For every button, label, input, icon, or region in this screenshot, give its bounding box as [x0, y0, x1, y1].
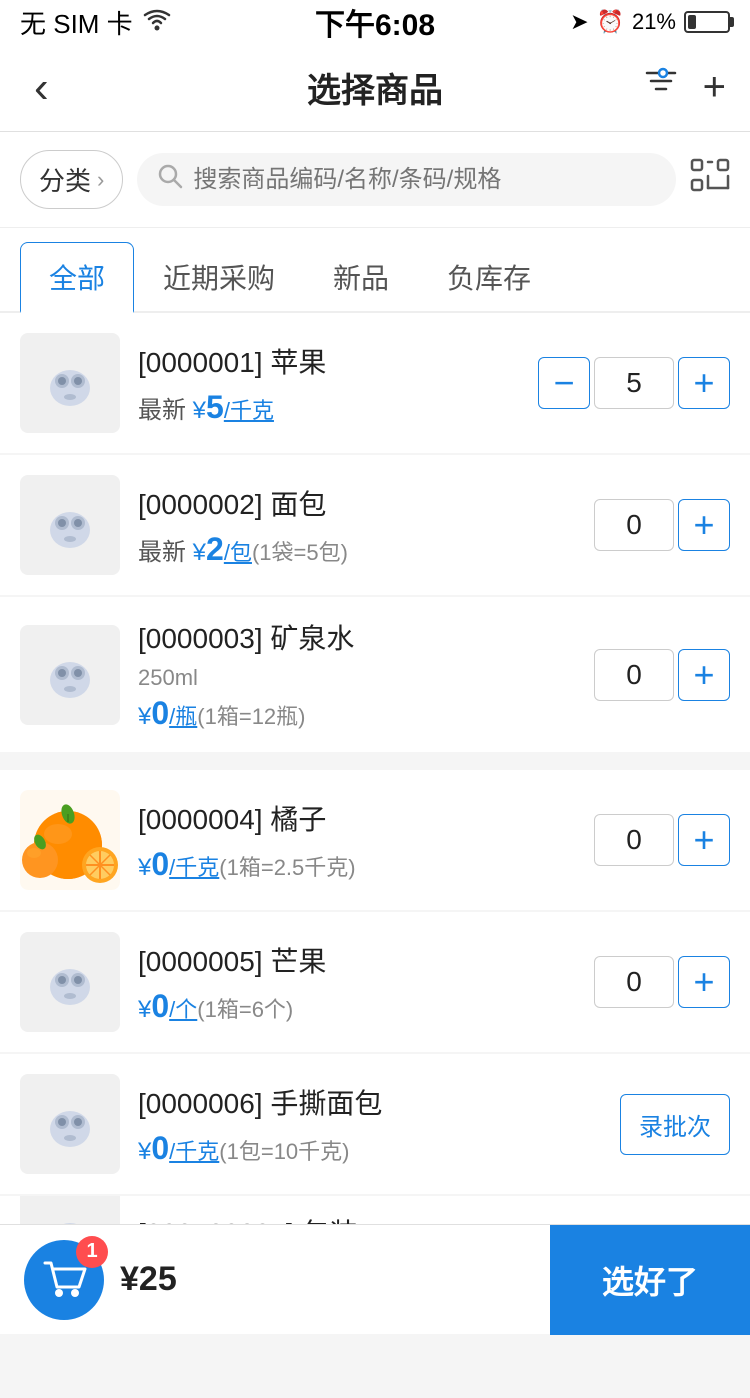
qty-input[interactable] [594, 499, 674, 551]
product-name: [0000001] 苹果 [138, 341, 538, 381]
bottom-bar: 1 ¥25 选好了 [0, 1224, 750, 1334]
product-info: [0000002] 面包 最新 ¥2/包(1袋=5包) [138, 483, 594, 568]
list-item: [0000005] 芒果 ¥0/个(1箱=6个) + [0, 912, 750, 1052]
list-item: [0000002] 面包 最新 ¥2/包(1袋=5包) + [0, 455, 750, 595]
cart-badge: 1 [76, 1236, 108, 1268]
product-info: [0000005] 芒果 ¥0/个(1箱=6个) [138, 940, 594, 1025]
product-image [20, 790, 120, 890]
orange-image [20, 790, 120, 890]
product-image [20, 625, 120, 725]
cart-total: ¥25 [120, 1260, 177, 1299]
status-bar: 无 SIM 卡 下午6:08 ➤ ⏰ 21% [0, 0, 750, 44]
search-input[interactable] [193, 166, 656, 194]
qty-input[interactable] [594, 956, 674, 1008]
list-item: [0000001] 苹果 最新 ¥5/千克 − + [0, 313, 750, 453]
product-name: [0000004] 橘子 [138, 798, 594, 838]
product-controls: − + [538, 357, 730, 409]
filter-icon[interactable] [643, 65, 679, 110]
confirm-button[interactable]: 选好了 [550, 1225, 750, 1335]
qty-input[interactable] [594, 814, 674, 866]
status-right-icons: ➤ ⏰ 21% [570, 9, 730, 35]
product-controls: + [594, 499, 730, 551]
status-time: 下午6:08 [315, 0, 435, 44]
wifi-icon [143, 7, 171, 38]
product-image [20, 333, 120, 433]
search-input-wrap[interactable] [137, 153, 676, 206]
product-controls: + [594, 814, 730, 866]
list-item: [0000003] 矿泉水 250ml ¥0/瓶(1箱=12瓶) + [0, 597, 750, 752]
tab-all[interactable]: 全部 [20, 242, 134, 313]
product-price: 最新 ¥5/千克 [138, 389, 538, 426]
page-title: 选择商品 [307, 63, 443, 112]
product-price: ¥0/千克(1包=10千克) [138, 1130, 620, 1167]
qty-input[interactable] [594, 649, 674, 701]
product-info: [0000003] 矿泉水 250ml ¥0/瓶(1箱=12瓶) [138, 617, 594, 732]
product-image [20, 475, 120, 575]
nav-actions: + [643, 65, 726, 110]
list-item: [0000006] 手撕面包 ¥0/千克(1包=10千克) 录批次 [0, 1054, 750, 1194]
qty-input[interactable] [594, 357, 674, 409]
tab-row: 全部 近期采购 新品 负库存 [0, 228, 750, 313]
product-name: [0000002] 面包 [138, 483, 594, 523]
product-price: ¥0/瓶(1箱=12瓶) [138, 695, 594, 732]
product-info: [0000001] 苹果 最新 ¥5/千克 [138, 341, 538, 426]
batch-record-button[interactable]: 录批次 [620, 1094, 730, 1155]
qty-increase-button[interactable]: + [678, 357, 730, 409]
product-spec: 250ml [138, 665, 594, 691]
placeholder-owl-icon [40, 353, 100, 413]
product-price: ¥0/个(1箱=6个) [138, 988, 594, 1025]
qty-increase-button[interactable]: + [678, 499, 730, 551]
search-row: 分类 › [0, 132, 750, 228]
nav-bar: ‹ 选择商品 + [0, 44, 750, 132]
product-info: [0000006] 手撕面包 ¥0/千克(1包=10千克) [138, 1082, 620, 1167]
alarm-icon: ⏰ [597, 9, 624, 35]
location-icon: ➤ [570, 9, 588, 35]
tab-recent[interactable]: 近期采购 [134, 242, 304, 313]
product-price: 最新 ¥2/包(1袋=5包) [138, 531, 594, 568]
battery-percent: 21% [632, 9, 676, 35]
product-info: [0000004] 橘子 ¥0/千克(1箱=2.5千克) [138, 798, 594, 883]
tab-new[interactable]: 新品 [304, 242, 418, 313]
category-button[interactable]: 分类 › [20, 150, 123, 209]
placeholder-owl-icon [40, 645, 100, 705]
product-image [20, 1074, 120, 1174]
status-carrier: 无 SIM 卡 [20, 4, 171, 41]
product-controls: + [594, 649, 730, 701]
list-item: [0000004] 橘子 ¥0/千克(1箱=2.5千克) + [0, 770, 750, 910]
placeholder-owl-icon [40, 1094, 100, 1154]
product-name: [0000005] 芒果 [138, 940, 594, 980]
cart-icon [41, 1259, 87, 1301]
qty-decrease-button[interactable]: − [538, 357, 590, 409]
scan-icon[interactable] [690, 158, 730, 201]
qty-increase-button[interactable]: + [678, 814, 730, 866]
product-controls: + [594, 956, 730, 1008]
back-button[interactable]: ‹ [24, 53, 59, 123]
cart-button[interactable]: 1 [24, 1240, 104, 1320]
placeholder-owl-icon [40, 952, 100, 1012]
battery-icon [684, 11, 730, 33]
qty-increase-button[interactable]: + [678, 649, 730, 701]
product-image [20, 932, 120, 1032]
chevron-right-icon: › [97, 167, 104, 193]
product-name: [0000006] 手撕面包 [138, 1082, 620, 1122]
product-controls: 录批次 [620, 1094, 730, 1155]
product-price: ¥0/千克(1箱=2.5千克) [138, 846, 594, 883]
cart-section: 1 ¥25 [0, 1240, 550, 1320]
add-icon[interactable]: + [703, 65, 726, 110]
qty-increase-button[interactable]: + [678, 956, 730, 1008]
placeholder-owl-icon [40, 495, 100, 555]
section-divider [0, 754, 750, 770]
search-icon [157, 163, 183, 196]
product-name: [0000003] 矿泉水 [138, 617, 594, 657]
tab-negative[interactable]: 负库存 [418, 242, 560, 313]
